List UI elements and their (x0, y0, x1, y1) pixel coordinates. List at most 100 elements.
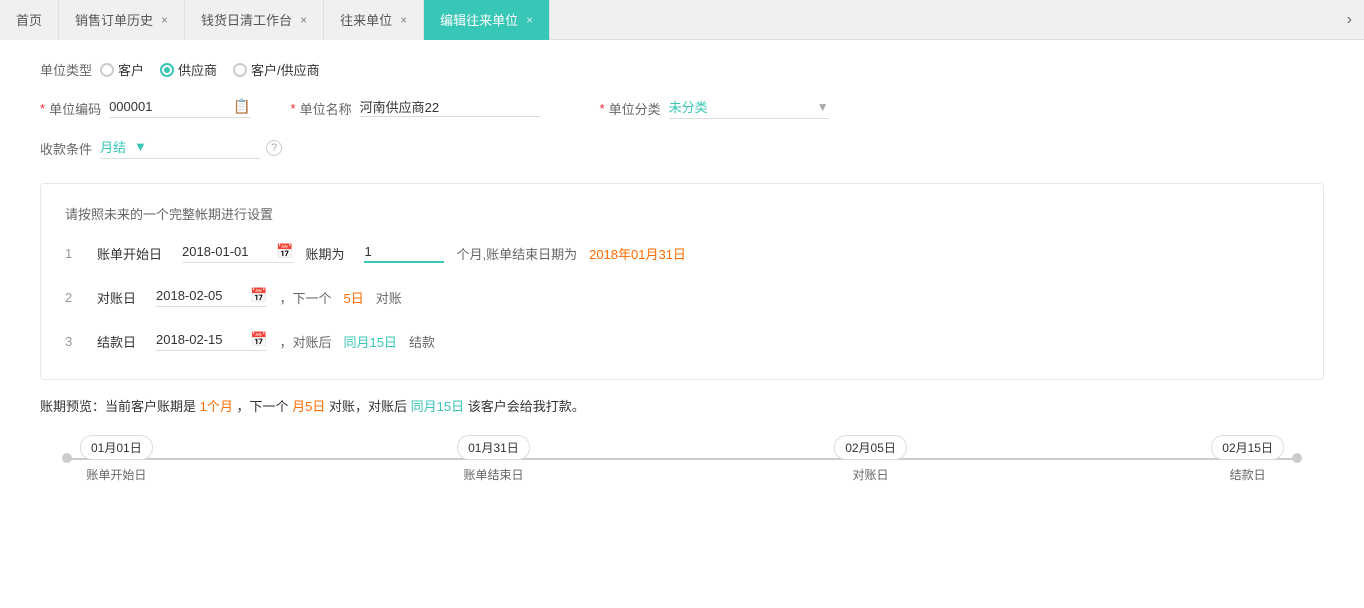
timeline-point-1: 01月01日 账单开始日 (80, 435, 153, 483)
unit-category-star: * (600, 101, 605, 116)
preview-payment: 同月15日 (411, 399, 464, 414)
unit-type-radio-group: 客户 供应商 客户/供应商 (100, 60, 320, 79)
timeline-tag-1: 01月01日 (80, 435, 153, 460)
unit-type-label: 单位类型 (40, 60, 92, 79)
setting-row-1: 1 账单开始日 📅 账期为 个月,账单结束日期为 2018年01月31日 (65, 243, 1299, 263)
unit-category-value: 未分类 (669, 97, 817, 116)
unit-name-label: 单位名称 (300, 99, 352, 118)
timeline-label-1: 账单开始日 (86, 466, 146, 483)
row-3-suffix: ，对账后 (279, 332, 331, 351)
row-1-num: 1 (65, 246, 85, 261)
radio-supplier-label: 供应商 (178, 60, 217, 79)
radio-customer-supplier-circle (233, 63, 247, 77)
unit-code-input-wrapper: 📋 (109, 98, 250, 118)
row-3-date-input[interactable] (156, 332, 246, 347)
timeline-label-2: 账单结束日 (463, 466, 523, 483)
row-2-num: 2 (65, 290, 85, 305)
radio-customer-supplier-label: 客户/供应商 (251, 60, 320, 79)
radio-supplier-circle (160, 63, 174, 77)
unit-category-field: * 单位分类 未分类 ▼ (600, 97, 829, 119)
tab-sales-order-history-label: 销售订单历史 (75, 10, 153, 29)
timeline-tag-4: 02月15日 (1211, 435, 1284, 460)
preview-suffix: 该客户会给我打款。 (468, 399, 585, 414)
unit-name-field: * 单位名称 (291, 99, 540, 118)
tab-edit-partner-label: 编辑往来单位 (440, 10, 518, 29)
help-icon[interactable]: ? (266, 140, 282, 156)
payment-terms-value: 月结 (100, 137, 126, 156)
setting-title: 请按照未来的一个完整帐期进行设置 (65, 204, 1299, 223)
setting-box: 请按照未来的一个完整帐期进行设置 1 账单开始日 📅 账期为 个月,账单结束日期… (40, 183, 1324, 380)
unit-name-input[interactable] (360, 99, 540, 117)
row-1-date-input[interactable] (182, 244, 272, 259)
row-3-num: 3 (65, 334, 85, 349)
unit-type-field: 单位类型 客户 供应商 客户/供应商 (40, 60, 320, 79)
tab-bar: 首页 销售订单历史 × 钱货日清工作台 × 往来单位 × 编辑往来单位 × › (0, 0, 1364, 40)
unit-code-input[interactable] (109, 99, 229, 114)
unit-category-select[interactable]: 未分类 ▼ (669, 97, 829, 119)
main-content: 单位类型 客户 供应商 客户/供应商 * 单位编码 (0, 40, 1364, 608)
unit-code-field: * 单位编码 📋 (40, 98, 251, 118)
preview-section: 账期预览：当前客户账期是 1个月 ，下一个 月5日 对账，对账后 同月15日 该… (40, 380, 1324, 483)
payment-terms-select[interactable]: 月结 ▼ (100, 137, 260, 159)
tab-cash-ledger[interactable]: 钱货日清工作台 × (185, 0, 324, 40)
timeline-point-4: 02月15日 结款日 (1211, 435, 1284, 483)
radio-customer-label: 客户 (118, 60, 144, 79)
radio-customer-supplier[interactable]: 客户/供应商 (233, 60, 320, 79)
row-3-suffix2: 结款 (409, 332, 435, 351)
row-2-highlight1: 5日 (343, 288, 363, 307)
setting-row-3: 3 结款日 📅 ，对账后 同月15日 结款 (65, 331, 1299, 351)
tab-home-label: 首页 (16, 10, 42, 29)
unit-category-label: 单位分类 (609, 99, 661, 118)
payment-terms-arrow: ▼ (134, 139, 147, 154)
row-1-label: 账单开始日 (97, 244, 162, 263)
timeline-point-3: 02月05日 对账日 (834, 435, 907, 483)
tab-arrow[interactable]: › (1335, 11, 1364, 29)
radio-supplier[interactable]: 供应商 (160, 60, 217, 79)
tab-partner-unit-close[interactable]: × (400, 13, 407, 27)
tab-home[interactable]: 首页 (0, 0, 59, 40)
tab-sales-order-history-close[interactable]: × (161, 13, 168, 27)
row-1-cal-icon[interactable]: 📅 (276, 243, 293, 260)
row-3-label: 结款日 (97, 332, 136, 351)
unit-type-row: 单位类型 客户 供应商 客户/供应商 (40, 60, 1324, 79)
timeline-label-3: 对账日 (853, 466, 889, 483)
row-1-highlight: 2018年01月31日 (589, 244, 686, 263)
setting-row-2: 2 对账日 📅 ，下一个 5日 对账 (65, 287, 1299, 307)
tab-sales-order-history[interactable]: 销售订单历史 × (59, 0, 185, 40)
timeline-point-2: 01月31日 账单结束日 (457, 435, 530, 483)
row-2-date: 📅 (156, 287, 267, 307)
row-1-date: 📅 (182, 243, 293, 263)
tab-partner-unit[interactable]: 往来单位 × (324, 0, 424, 40)
unit-category-arrow: ▼ (817, 100, 829, 114)
row-1-suffix-before: 账期为 (305, 244, 344, 263)
radio-customer-circle (100, 63, 114, 77)
row-3-highlight: 同月15日 (343, 332, 396, 351)
unit-code-label: 单位编码 (49, 99, 101, 118)
tab-partner-unit-label: 往来单位 (340, 10, 392, 29)
preview-reconcile: 月5日 (292, 399, 325, 414)
tab-edit-partner[interactable]: 编辑往来单位 × (424, 0, 550, 40)
unit-name-star: * (291, 101, 296, 116)
row-3-date: 📅 (156, 331, 267, 351)
row-2-suffix2: 对账 (376, 288, 402, 307)
preview-period: 1个月 (200, 399, 233, 414)
payment-terms-row: 收款条件 月结 ▼ ? (40, 137, 1324, 159)
payment-terms-field: 收款条件 月结 ▼ ? (40, 137, 282, 159)
preview-mid2: 对账，对账后 (329, 399, 407, 414)
unit-code-star: * (40, 101, 45, 116)
timeline-tag-2: 01月31日 (457, 435, 530, 460)
row-2-cal-icon[interactable]: 📅 (250, 287, 267, 304)
unit-code-icon[interactable]: 📋 (233, 98, 250, 115)
tab-edit-partner-close[interactable]: × (526, 13, 533, 27)
row-1-period-input[interactable] (364, 244, 444, 263)
row-2-date-input[interactable] (156, 288, 246, 303)
tab-cash-ledger-label: 钱货日清工作台 (201, 10, 292, 29)
preview-label: 账期预览：当前客户账期是 (40, 399, 196, 414)
unit-info-row: * 单位编码 📋 * 单位名称 * 单位分类 未分类 ▼ (40, 97, 1324, 119)
timeline-points: 01月01日 账单开始日 01月31日 账单结束日 02月05日 对账日 02月… (60, 435, 1304, 483)
timeline-label-4: 结款日 (1230, 466, 1266, 483)
tab-cash-ledger-close[interactable]: × (300, 13, 307, 27)
row-3-cal-icon[interactable]: 📅 (250, 331, 267, 348)
row-2-suffix: ，下一个 (279, 288, 331, 307)
radio-customer[interactable]: 客户 (100, 60, 144, 79)
